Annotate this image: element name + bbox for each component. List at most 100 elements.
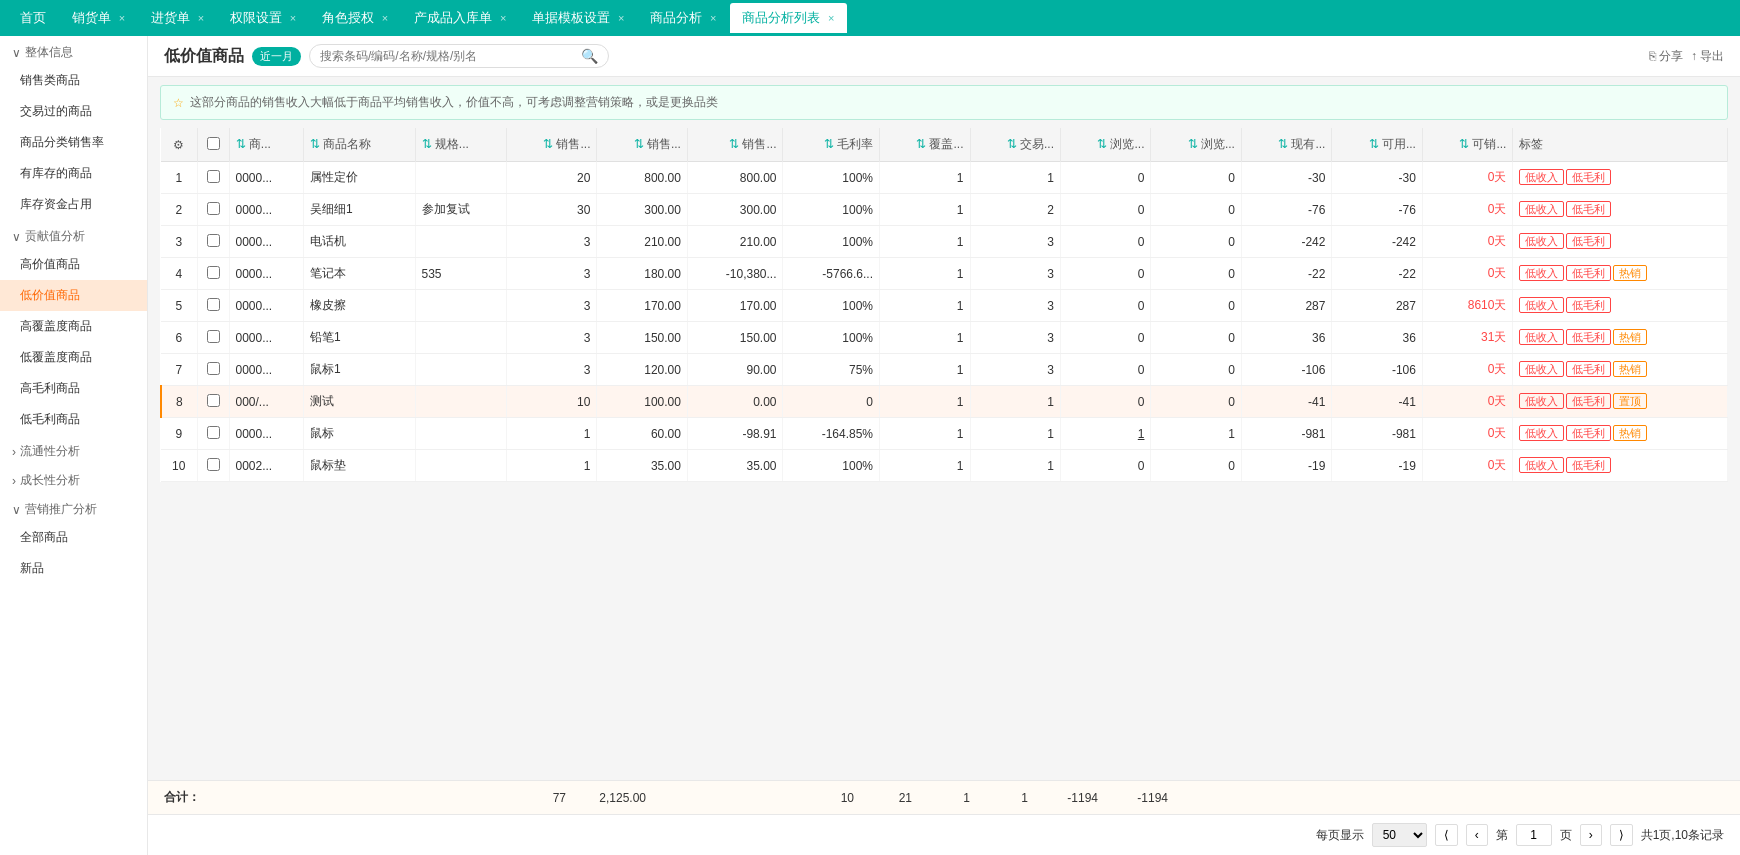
sidebar-item-capital[interactable]: 库存资金占用: [0, 189, 147, 220]
row-checkbox-cell[interactable]: [197, 162, 229, 194]
row-checkbox-cell[interactable]: [197, 354, 229, 386]
sidebar-group-circulation[interactable]: › 流通性分析: [0, 435, 147, 464]
nav-permissions[interactable]: 权限设置 ×: [218, 3, 308, 33]
page-input[interactable]: [1516, 824, 1552, 846]
row-checkbox-cell[interactable]: [197, 322, 229, 354]
row-view2: 0: [1151, 194, 1241, 226]
sidebar-item-low-margin[interactable]: 低毛利商品: [0, 404, 147, 435]
share-button[interactable]: ⎘ 分享: [1649, 48, 1683, 65]
th-sale1[interactable]: ⇅ 销售...: [597, 128, 687, 162]
sidebar-group-overall[interactable]: ∨ 整体信息: [0, 36, 147, 65]
row-checkbox-cell[interactable]: [197, 226, 229, 258]
sidebar-item-in-stock[interactable]: 有库存的商品: [0, 158, 147, 189]
sidebar-item-category-rate[interactable]: 商品分类销售率: [0, 127, 147, 158]
th-code[interactable]: ⇅ 商...: [229, 128, 304, 162]
nav-sales[interactable]: 销货单 ×: [60, 3, 137, 33]
sort-icon: ⇅: [1369, 137, 1379, 151]
sidebar-item-low-value[interactable]: 低价值商品: [0, 280, 147, 311]
sort-icon: ⇅: [1007, 137, 1017, 151]
row-checkbox-cell[interactable]: [197, 194, 229, 226]
th-view1[interactable]: ⇅ 浏览...: [1060, 128, 1150, 162]
nav-home[interactable]: 首页: [8, 3, 58, 33]
row-checkbox-cell[interactable]: [197, 418, 229, 450]
row-checkbox[interactable]: [207, 170, 220, 183]
select-all-checkbox[interactable]: [207, 137, 220, 150]
sidebar-item-new-goods[interactable]: 新品: [0, 553, 147, 584]
row-checkbox[interactable]: [207, 394, 220, 407]
row-checkbox-cell[interactable]: [197, 450, 229, 482]
row-checkbox[interactable]: [207, 266, 220, 279]
row-tags: 低收入低毛利: [1513, 450, 1728, 482]
row-checkbox-cell[interactable]: [197, 258, 229, 290]
sidebar-item-sales-goods[interactable]: 销售类商品: [0, 65, 147, 96]
per-page-select[interactable]: 50 100 200: [1372, 823, 1427, 847]
row-checkbox[interactable]: [207, 330, 220, 343]
view1-link[interactable]: 1: [1138, 427, 1145, 441]
row-checkbox[interactable]: [207, 234, 220, 247]
sidebar-group-growth[interactable]: › 成长性分析: [0, 464, 147, 493]
th-stock[interactable]: ⇅ 现有...: [1241, 128, 1331, 162]
row-cover: 1: [880, 226, 970, 258]
close-icon[interactable]: ×: [710, 12, 716, 24]
th-spec[interactable]: ⇅ 规格...: [415, 128, 506, 162]
row-checkbox[interactable]: [207, 426, 220, 439]
sidebar-item-high-value[interactable]: 高价值商品: [0, 249, 147, 280]
nav-analysis-list[interactable]: 商品分析列表 ×: [730, 3, 846, 33]
search-icon[interactable]: 🔍: [581, 48, 598, 64]
sidebar-group-contribution[interactable]: ∨ 贡献值分析: [0, 220, 147, 249]
th-name[interactable]: ⇅ 商品名称: [304, 128, 415, 162]
sidebar-item-high-coverage[interactable]: 高覆盖度商品: [0, 311, 147, 342]
close-icon[interactable]: ×: [500, 12, 506, 24]
nav-analysis[interactable]: 商品分析 ×: [638, 3, 728, 33]
table-container[interactable]: ⚙ ⇅ 商... ⇅ 商品名称 ⇅ 规格... ⇅ 销售... ⇅ 销售... …: [148, 128, 1740, 780]
total-view2: 1: [976, 791, 1034, 805]
export-button[interactable]: ↑ 导出: [1691, 48, 1724, 65]
th-view2[interactable]: ⇅ 浏览...: [1151, 128, 1241, 162]
total-trade: 21: [860, 791, 918, 805]
nav-products-in[interactable]: 产成品入库单 ×: [402, 3, 518, 33]
row-checkbox-cell[interactable]: [197, 386, 229, 418]
sidebar-item-traded-goods[interactable]: 交易过的商品: [0, 96, 147, 127]
th-trade[interactable]: ⇅ 交易...: [970, 128, 1060, 162]
search-input[interactable]: [320, 49, 575, 63]
last-page-button[interactable]: ⟩: [1610, 824, 1633, 846]
th-days[interactable]: ⇅ 可销...: [1422, 128, 1512, 162]
row-checkbox-cell[interactable]: [197, 290, 229, 322]
close-icon[interactable]: ×: [198, 12, 204, 24]
next-page-button[interactable]: ›: [1580, 824, 1602, 846]
th-sale-qty[interactable]: ⇅ 销售...: [506, 128, 596, 162]
close-icon[interactable]: ×: [382, 12, 388, 24]
th-sale2[interactable]: ⇅ 销售...: [687, 128, 783, 162]
row-trade: 1: [970, 450, 1060, 482]
table-row: 3 0000... 电话机 3 210.00 210.00 100% 1 3 0…: [161, 226, 1728, 258]
th-cover[interactable]: ⇅ 覆盖...: [880, 128, 970, 162]
row-checkbox[interactable]: [207, 458, 220, 471]
nav-roles[interactable]: 角色授权 ×: [310, 3, 400, 33]
th-settings[interactable]: ⚙: [161, 128, 197, 162]
close-icon[interactable]: ×: [290, 12, 296, 24]
nav-templates[interactable]: 单据模板设置 ×: [520, 3, 636, 33]
th-gross[interactable]: ⇅ 毛利率: [783, 128, 880, 162]
row-code: 000/...: [229, 386, 304, 418]
close-icon[interactable]: ×: [618, 12, 624, 24]
nav-purchase[interactable]: 进货单 ×: [139, 3, 216, 33]
info-banner: ☆ 这部分商品的销售收入大幅低于商品平均销售收入，价值不高，可考虑调整营销策略，…: [160, 85, 1728, 120]
sidebar-group-marketing[interactable]: ∨ 营销推广分析: [0, 493, 147, 522]
row-checkbox[interactable]: [207, 298, 220, 311]
row-checkbox[interactable]: [207, 202, 220, 215]
sidebar-item-high-margin[interactable]: 高毛利商品: [0, 373, 147, 404]
th-avail[interactable]: ⇅ 可用...: [1332, 128, 1422, 162]
sidebar-item-all-goods[interactable]: 全部商品: [0, 522, 147, 553]
tag-label: 低毛利: [1566, 425, 1611, 441]
row-sale1: 120.00: [597, 354, 687, 386]
row-checkbox[interactable]: [207, 362, 220, 375]
first-page-button[interactable]: ⟨: [1435, 824, 1458, 846]
prev-page-button[interactable]: ‹: [1466, 824, 1488, 846]
row-sale1: 180.00: [597, 258, 687, 290]
close-icon[interactable]: ×: [828, 12, 834, 24]
row-tags: 低收入低毛利: [1513, 194, 1728, 226]
time-badge[interactable]: 近一月: [252, 47, 301, 66]
sidebar-item-low-coverage[interactable]: 低覆盖度商品: [0, 342, 147, 373]
close-icon[interactable]: ×: [119, 12, 125, 24]
tag-label: 热销: [1613, 361, 1647, 377]
